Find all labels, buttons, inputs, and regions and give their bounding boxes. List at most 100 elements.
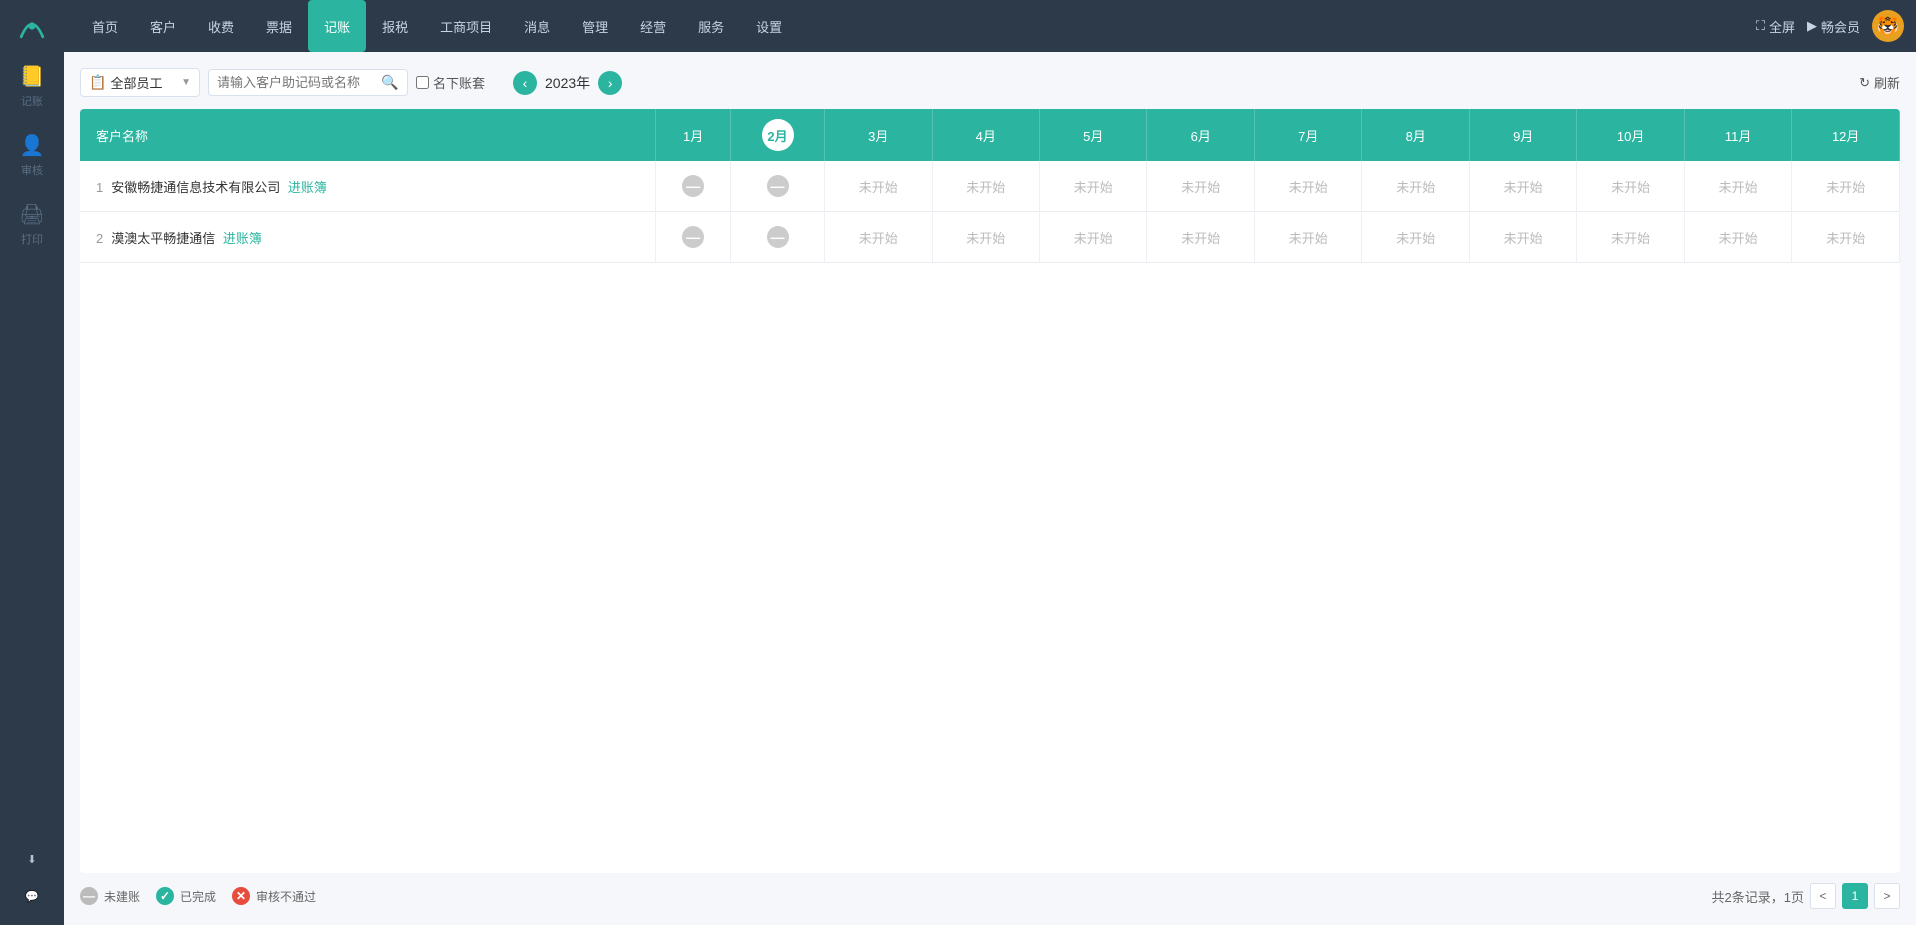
cell-name: 1安徽畅捷通信息技术有限公司 进账簿	[80, 161, 656, 212]
nav-home[interactable]: 首页	[76, 0, 134, 52]
cell-m7: 未开始	[1254, 212, 1361, 263]
table-row: 1安徽畅捷通信息技术有限公司 进账簿——未开始未开始未开始未开始未开始未开始未开…	[80, 161, 1900, 212]
nav-jizhang[interactable]: 记账	[308, 0, 366, 52]
prev-year-btn[interactable]: ‹	[513, 71, 537, 95]
cell-name: 2漠澳太平畅捷通信 进账簿	[80, 212, 656, 263]
col-m8: 8月	[1362, 109, 1469, 161]
not-created-label: 未建账	[104, 888, 140, 905]
not-started-text: 未开始	[1504, 180, 1543, 195]
not-started-text: 未开始	[1074, 180, 1113, 195]
main-area: 首页 客户 收费 票据 记账 报税 工商项目 消息 管理 经营 服务 设置 ⛶ …	[64, 0, 1916, 925]
sidebar-item-jizhang[interactable]: 📒 记账	[0, 52, 64, 121]
cell-m5: 未开始	[1040, 212, 1147, 263]
col-m9: 9月	[1469, 109, 1576, 161]
cell-m3: 未开始	[825, 161, 932, 212]
avatar[interactable]: 🐯	[1872, 10, 1904, 42]
refresh-btn[interactable]: ↻ 刷新	[1859, 73, 1900, 92]
cell-m11: 未开始	[1684, 212, 1791, 263]
checkbox-label[interactable]: 名下账套	[416, 73, 485, 92]
col-m11: 11月	[1684, 109, 1791, 161]
search-input[interactable]	[217, 75, 377, 90]
not-started-text: 未开始	[1074, 231, 1113, 246]
next-page-btn[interactable]: >	[1874, 883, 1900, 909]
row-num: 2	[96, 231, 103, 246]
table-wrap: 客户名称 1月 2月 3月 4月 5月 6月 7月 8月 9月	[80, 109, 1900, 873]
cell-m9: 未开始	[1469, 161, 1576, 212]
fullscreen-label: 全屏	[1769, 17, 1795, 36]
nav-shezhi[interactable]: 设置	[740, 0, 798, 52]
employee-select[interactable]: 📋 全部员工 ▼	[80, 68, 200, 97]
nav-jingying[interactable]: 经营	[624, 0, 682, 52]
not-started-text: 未开始	[966, 231, 1005, 246]
cell-m8: 未开始	[1362, 212, 1469, 263]
vip-btn[interactable]: ▶ 畅会员	[1807, 17, 1860, 36]
nav-guanli[interactable]: 管理	[566, 0, 624, 52]
vip-label: 畅会员	[1821, 17, 1860, 36]
chevron-down-icon: ▼	[181, 77, 191, 88]
not-started-text: 未开始	[1611, 180, 1650, 195]
pagination: 共2条记录，1页 < 1 >	[1712, 883, 1900, 909]
not-started-text: 未开始	[1181, 231, 1220, 246]
not-started-text: 未开始	[1504, 231, 1543, 246]
cell-m8: 未开始	[1362, 161, 1469, 212]
not-started-text: 未开始	[1719, 180, 1758, 195]
not-started-text: 未开始	[859, 180, 898, 195]
col-m2-current: 2月	[731, 109, 825, 161]
cell-m3: 未开始	[825, 212, 932, 263]
total-text: 共2条记录，1页	[1712, 887, 1804, 906]
year-display: 2023年	[545, 73, 590, 93]
nav-piaoju[interactable]: 票据	[250, 0, 308, 52]
sidebar-item-dayin[interactable]: 🖨 打印	[0, 190, 64, 259]
cell-m4: 未开始	[932, 212, 1039, 263]
nav-kehu[interactable]: 客户	[134, 0, 192, 52]
col-m1: 1月	[656, 109, 731, 161]
nav-gongshang[interactable]: 工商项目	[424, 0, 508, 52]
cell-m12: 未开始	[1792, 161, 1900, 212]
cell-m5: 未开始	[1040, 161, 1147, 212]
col-name: 客户名称	[80, 109, 656, 161]
refresh-icon: ↻	[1859, 75, 1870, 91]
legend-rejected: ✕ 审核不通过	[232, 887, 316, 905]
sidebar-item-label: 打印	[21, 231, 43, 247]
nav-shoufei[interactable]: 收费	[192, 0, 250, 52]
enter-link[interactable]: 进账簿	[223, 231, 262, 246]
prev-page-btn[interactable]: <	[1810, 883, 1836, 909]
cell-m1: —	[656, 161, 731, 212]
top-nav: 首页 客户 收费 票据 记账 报税 工商项目 消息 管理 经营 服务 设置 ⛶ …	[64, 0, 1916, 52]
nav-baoshui[interactable]: 报税	[366, 0, 424, 52]
sidebar-bottom-download[interactable]: ⬇	[0, 843, 64, 876]
cell-m2: —	[731, 212, 825, 263]
search-icon[interactable]: 🔍	[381, 74, 398, 91]
next-year-btn[interactable]: ›	[598, 71, 622, 95]
completed-dot: ✓	[156, 887, 174, 905]
not-started-text: 未开始	[1289, 231, 1328, 246]
year-nav: ‹ 2023年 ›	[513, 71, 622, 95]
employee-icon: 📋	[89, 74, 106, 91]
sidebar-item-label: 记账	[21, 93, 43, 109]
enter-link[interactable]: 进账簿	[288, 180, 327, 195]
not-started-text: 未开始	[1826, 231, 1865, 246]
current-page-btn[interactable]: 1	[1842, 883, 1868, 909]
checkbox-text: 名下账套	[433, 73, 485, 92]
nav-fuwu[interactable]: 服务	[682, 0, 740, 52]
not-started-text: 未开始	[859, 231, 898, 246]
cell-m7: 未开始	[1254, 161, 1361, 212]
legend-completed: ✓ 已完成	[156, 887, 216, 905]
refresh-label: 刷新	[1874, 73, 1900, 92]
mingxia-checkbox[interactable]	[416, 76, 429, 89]
chat-icon: 💬	[25, 890, 39, 903]
sidebar-bottom-support[interactable]: 💬	[0, 880, 64, 913]
cell-m4: 未开始	[932, 161, 1039, 212]
fullscreen-btn[interactable]: ⛶ 全屏	[1756, 17, 1795, 36]
not-started-text: 未开始	[1719, 231, 1758, 246]
nav-xiaoxi[interactable]: 消息	[508, 0, 566, 52]
print-icon: 🖨	[19, 202, 44, 227]
cell-m12: 未开始	[1792, 212, 1900, 263]
toolbar: 📋 全部员工 ▼ 🔍 名下账套 ‹ 2023年 ›	[80, 68, 1900, 97]
content-area: 📋 全部员工 ▼ 🔍 名下账套 ‹ 2023年 ›	[64, 52, 1916, 925]
rejected-label: 审核不通过	[256, 888, 316, 905]
cell-m6: 未开始	[1147, 161, 1254, 212]
customer-name: 安徽畅捷通信息技术有限公司	[111, 180, 280, 195]
sidebar-item-shenhe[interactable]: 👤 审核	[0, 121, 64, 190]
col-m6: 6月	[1147, 109, 1254, 161]
